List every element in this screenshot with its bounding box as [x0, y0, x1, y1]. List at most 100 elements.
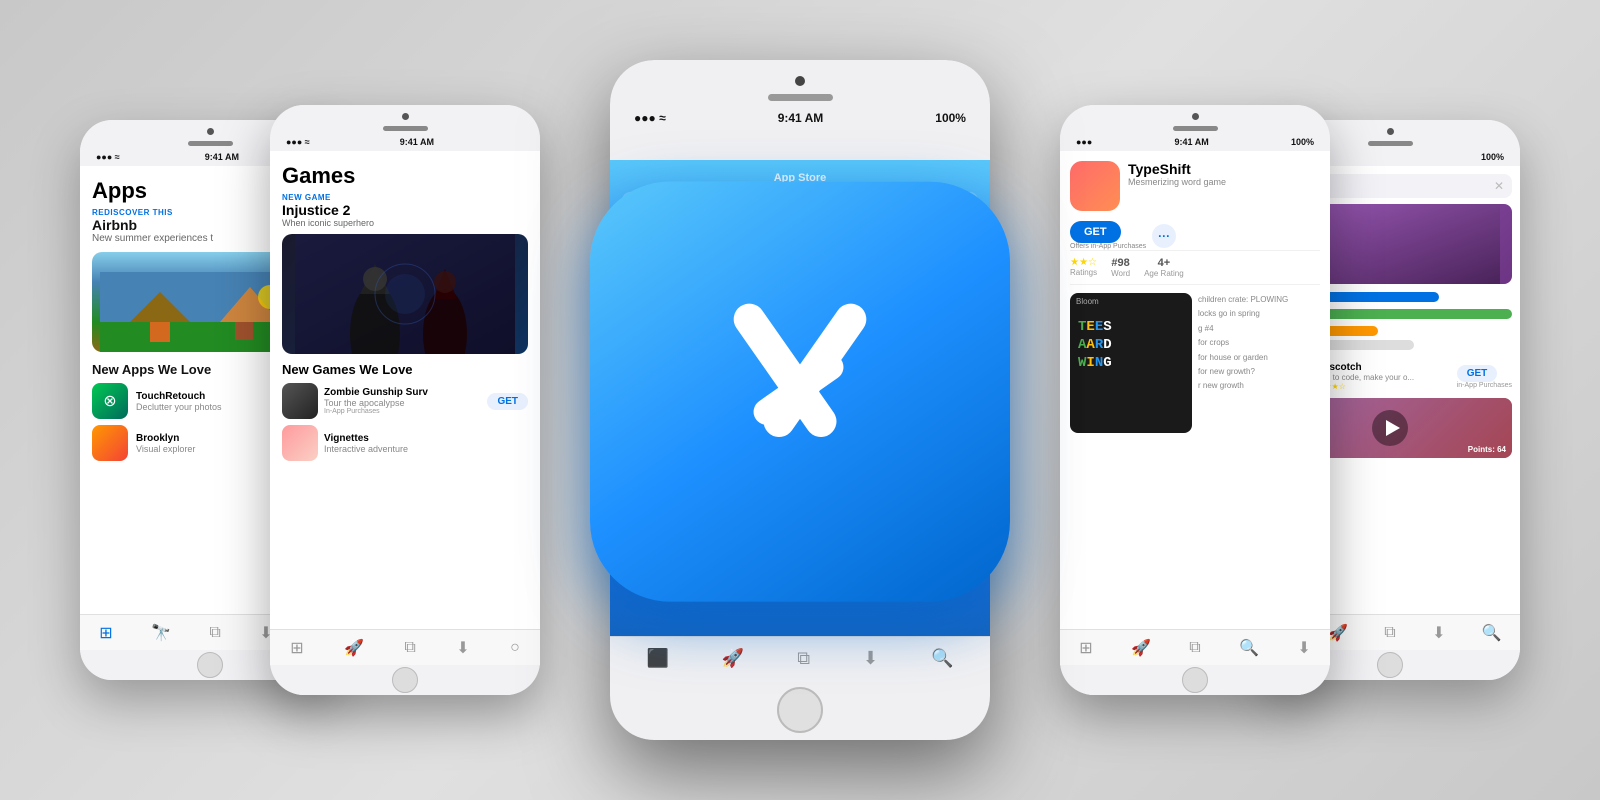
- home-button-right1[interactable]: [1182, 667, 1208, 693]
- word-game-area: Bloom TEES AARD WING children crate: PLO…: [1070, 293, 1320, 473]
- zombie-desc: Tour the apocalypse: [324, 398, 481, 408]
- scene: ●●● ≈ 9:41 AM Apps REDISCOVER THIS Airbn…: [0, 0, 1600, 800]
- typeshift-icon: [1070, 161, 1120, 211]
- hopscotch-name: Hopscotch: [1310, 362, 1451, 373]
- screen-right1: TypeShift Mesmerizing word game GET Offe…: [1060, 151, 1330, 665]
- zombie-info: Zombie Gunship Surv Tour the apocalypse …: [324, 387, 481, 415]
- app-store-icon: [590, 182, 1010, 602]
- tab-search-center[interactable]: 🔍: [931, 648, 953, 669]
- speaker-left1: [188, 141, 233, 146]
- bottom-tabs-right1: ⊞ 🚀 ⧉ 🔍 ⬇: [1060, 629, 1330, 665]
- status-bar-right1: ●●● 9:41 AM 100%: [1072, 137, 1318, 147]
- phone-left-2: ●●● ≈ 9:41 AM Games NEW GAME Injustice 2…: [270, 105, 540, 695]
- rating-rank: #98 Word: [1111, 257, 1130, 278]
- screen-left2: Games NEW GAME Injustice 2 When iconic s…: [270, 151, 540, 665]
- tab-explore[interactable]: 🔭: [151, 623, 171, 643]
- tab-search-r1[interactable]: 🔍: [1239, 638, 1259, 658]
- camera-dot-left2: [402, 113, 409, 120]
- camera-dot-right2: [1387, 128, 1394, 135]
- bottom-bar-right1: [1060, 665, 1330, 695]
- tab-games-r1[interactable]: 🚀: [1131, 638, 1151, 658]
- tab-search-icon-r2[interactable]: 🔍: [1482, 623, 1502, 643]
- hopscotch-desc: Learn to code, make your o...: [1310, 373, 1451, 382]
- typeshift-subtitle: Mesmerizing word game: [1128, 177, 1226, 187]
- tab-apps-center[interactable]: ⧉: [797, 648, 810, 669]
- tab-download-r2[interactable]: ⬇: [1432, 623, 1445, 643]
- battery-right2: 100%: [1481, 152, 1504, 162]
- tab-download-l2[interactable]: ⬇: [456, 638, 469, 658]
- center-battery: 100%: [935, 111, 966, 125]
- home-button-right2[interactable]: [1377, 652, 1403, 678]
- hopscotch-in-app-label: in-App Purchases: [1457, 382, 1512, 389]
- tab-games-l2[interactable]: 🚀: [344, 638, 364, 658]
- tab-layers-r1[interactable]: ⧉: [1189, 639, 1200, 657]
- center-speaker: [768, 94, 833, 101]
- speaker-right1: [1173, 126, 1218, 131]
- video-points-label: Points: 64: [1468, 445, 1506, 454]
- tab-featured[interactable]: ⊞: [99, 623, 112, 643]
- rating-age: 4+ Age Rating: [1144, 257, 1184, 278]
- bottom-bar-left2: [270, 665, 540, 695]
- status-bar-left2: ●●● ≈ 9:41 AM: [282, 137, 528, 147]
- center-time: 9:41 AM: [778, 111, 824, 125]
- speaker-right2: [1368, 141, 1413, 146]
- injustice-title: Injustice 2: [282, 202, 528, 218]
- bottom-tabs-left2: ⊞ 🚀 ⧉ ⬇ ○: [270, 629, 540, 665]
- time-left1: 9:41 AM: [205, 152, 239, 162]
- zombie-name: Zombie Gunship Surv: [324, 387, 481, 398]
- typeshift-text-info: TypeShift Mesmerizing word game: [1128, 161, 1226, 187]
- center-front-camera: [795, 76, 805, 86]
- vignettes-info: Vignettes Interactive adventure: [324, 433, 528, 454]
- tab-updates-center[interactable]: ⬇: [863, 648, 878, 669]
- zombie-icon: [282, 383, 318, 419]
- games-title: Games: [282, 163, 528, 189]
- home-button-left1[interactable]: [197, 652, 223, 678]
- injustice-subtitle: When iconic superhero: [282, 218, 528, 228]
- bloom-label: Bloom: [1070, 293, 1192, 310]
- signal-right1: ●●●: [1076, 137, 1092, 147]
- center-status-bar: ●●● ≈ 9:41 AM 100%: [610, 111, 990, 125]
- signal-left2: ●●● ≈: [286, 137, 310, 147]
- app-store-logo-svg: [670, 262, 930, 522]
- typeshift-get-button[interactable]: GET: [1070, 221, 1121, 243]
- speaker-left2: [383, 126, 428, 131]
- typeshift-more-button[interactable]: ···: [1152, 224, 1176, 248]
- center-phone-top: ●●● ≈ 9:41 AM 100%: [610, 60, 990, 160]
- camera-dot-right1: [1192, 113, 1199, 120]
- game-banner: [282, 234, 528, 354]
- word-grid: Bloom TEES AARD WING: [1070, 293, 1192, 433]
- tab-layers-r2[interactable]: ⧉: [1384, 624, 1395, 642]
- vignettes-icon: [282, 425, 318, 461]
- tab-search-l2[interactable]: ○: [510, 639, 520, 657]
- touchretouch-icon: ⊗: [92, 383, 128, 419]
- ratings-row: ★★☆ Ratings #98 Word 4+ Age Rating: [1070, 250, 1320, 285]
- clear-search-button[interactable]: ✕: [1494, 179, 1504, 193]
- typeshift-actions: GET Offers in-App Purchases ···: [1070, 221, 1320, 250]
- tab-layers[interactable]: ⧉: [209, 624, 220, 642]
- tab-featured-r1[interactable]: ⊞: [1079, 638, 1092, 658]
- center-phone-bottom: [610, 680, 990, 740]
- brooklyn-icon: [92, 425, 128, 461]
- tab-layers-l2[interactable]: ⧉: [404, 639, 415, 657]
- game-row-zombie: Zombie Gunship Surv Tour the apocalypse …: [282, 383, 528, 419]
- home-button-left2[interactable]: [392, 667, 418, 693]
- home-button-center[interactable]: [777, 687, 823, 733]
- hopscotch-get-button[interactable]: GET: [1457, 365, 1498, 382]
- camera-dot-left1: [207, 128, 214, 135]
- hopscotch-stars: ★★★★☆: [1310, 382, 1451, 391]
- vignettes-name: Vignettes: [324, 433, 528, 444]
- battery-right1: 100%: [1291, 137, 1314, 147]
- new-game-label: NEW GAME: [282, 193, 528, 202]
- game-row-vignettes: Vignettes Interactive adventure: [282, 425, 528, 461]
- typeshift-title: TypeShift: [1128, 161, 1226, 177]
- tab-updates-r1[interactable]: ⬇: [1297, 638, 1310, 658]
- hopscotch-info: Hopscotch Learn to code, make your o... …: [1310, 362, 1451, 391]
- center-bottom-tabs: ⬛ 🚀 ⧉ ⬇ 🔍: [610, 636, 990, 680]
- tab-featured-l2[interactable]: ⊞: [290, 638, 303, 658]
- typeshift-header: TypeShift Mesmerizing word game: [1070, 161, 1320, 211]
- tab-games-r2[interactable]: 🚀: [1328, 623, 1348, 643]
- phone-right-1: ●●● 9:41 AM 100% TypeShift Mesmerizing w…: [1060, 105, 1330, 695]
- tab-games-center[interactable]: 🚀: [722, 648, 744, 669]
- tab-today-center[interactable]: ⬛: [646, 648, 668, 669]
- zombie-get-button[interactable]: GET: [487, 393, 528, 410]
